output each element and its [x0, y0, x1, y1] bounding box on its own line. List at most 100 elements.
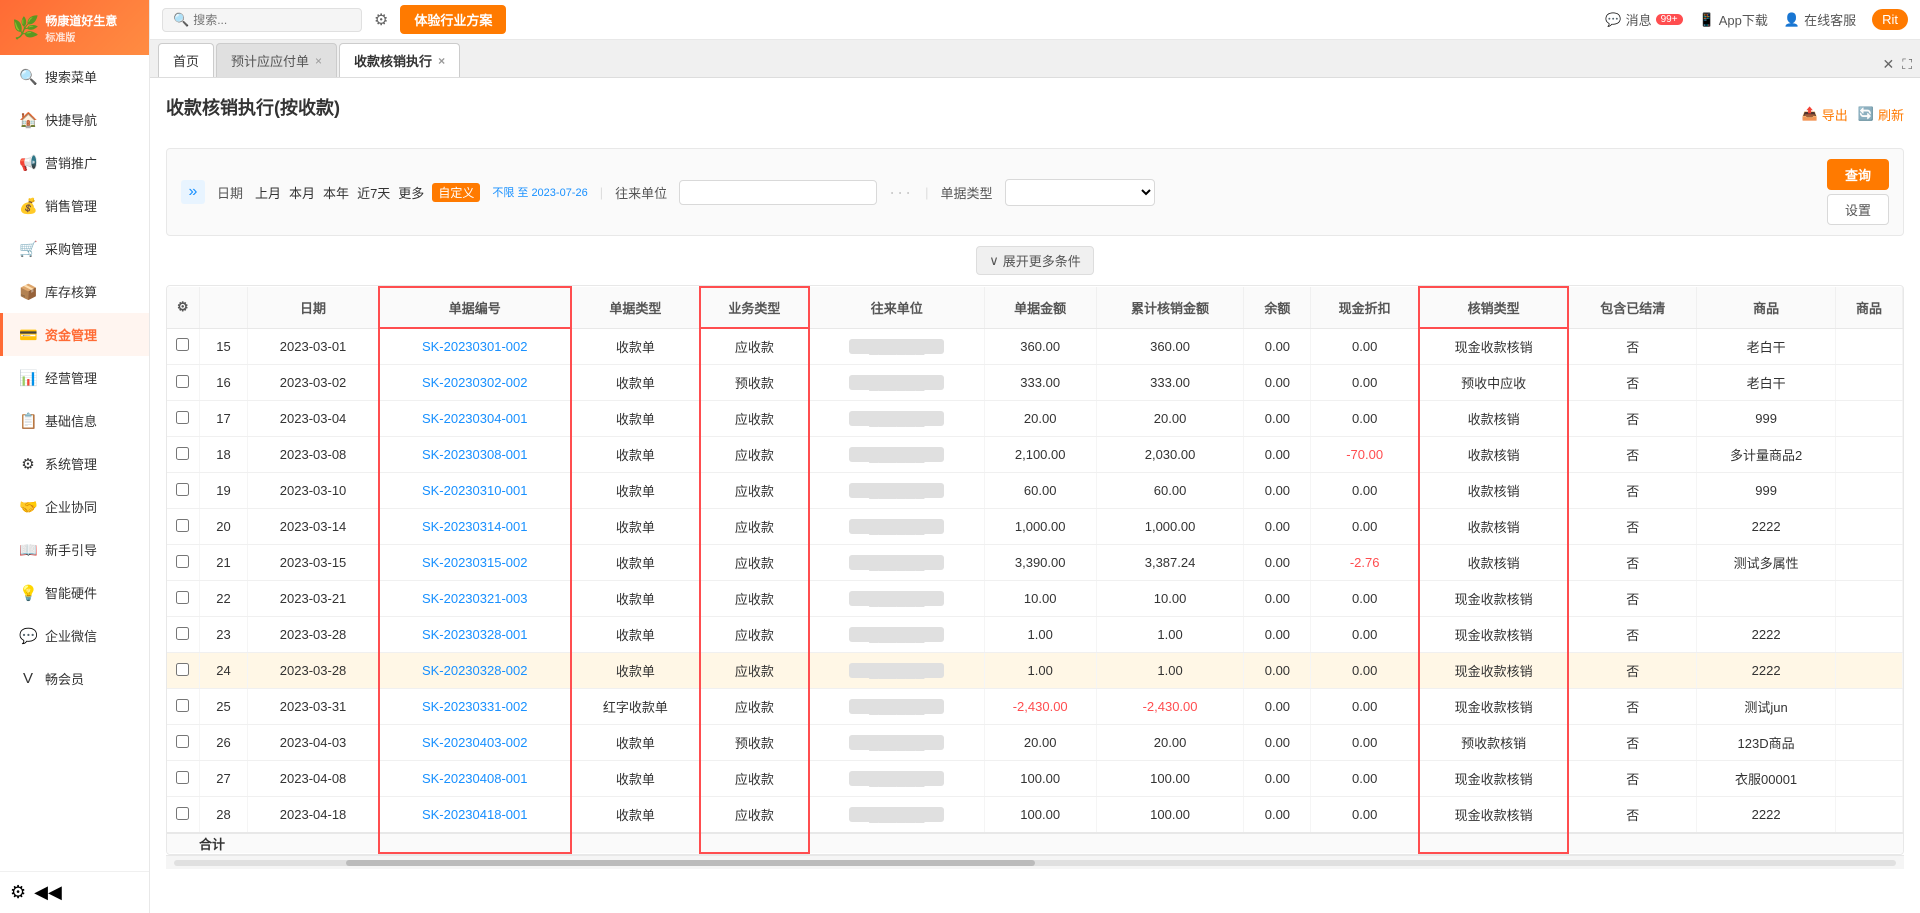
date-custom-btn[interactable]: 自定义: [432, 183, 480, 202]
topbar-search[interactable]: 🔍: [162, 8, 362, 32]
bill-no-link[interactable]: SK-20230321-003: [422, 591, 528, 606]
bill-type-select[interactable]: [1005, 179, 1155, 206]
sidebar-item-enterprise[interactable]: 🤝企业协同: [0, 485, 149, 528]
sidebar-item-purchase[interactable]: 🛒采购管理: [0, 227, 149, 270]
th-settings[interactable]: ⚙: [167, 287, 199, 328]
tab-expand-icon[interactable]: ⛶: [1902, 56, 1912, 73]
messages-item[interactable]: 💬 消息 99+: [1605, 10, 1682, 29]
sidebar-item-system[interactable]: ⚙系统管理: [0, 442, 149, 485]
bill-no-link[interactable]: SK-20230308-001: [422, 447, 528, 462]
filter-toggle-btn[interactable]: »: [181, 180, 205, 204]
tab-collection[interactable]: 收款核销执行 ×: [339, 43, 460, 77]
table-row[interactable]: 15 2023-03-01 SK-20230301-002 收款单 应收款 ██…: [167, 328, 1903, 365]
tab-home[interactable]: 首页: [158, 43, 214, 77]
row-checkbox[interactable]: [176, 807, 189, 820]
cell-settings[interactable]: [167, 545, 199, 581]
cell-settings[interactable]: [167, 653, 199, 689]
bill-no-link[interactable]: SK-20230331-002: [422, 699, 528, 714]
sidebar-item-guide[interactable]: 📖新手引导: [0, 528, 149, 571]
user-avatar[interactable]: Rit: [1872, 9, 1908, 30]
row-checkbox[interactable]: [176, 555, 189, 568]
cell-settings[interactable]: [167, 689, 199, 725]
cell-settings[interactable]: [167, 365, 199, 401]
table-row[interactable]: 24 2023-03-28 SK-20230328-002 收款单 应收款 ██…: [167, 653, 1903, 689]
online-service-item[interactable]: 👤 在线客服: [1784, 10, 1856, 29]
date-more[interactable]: 更多: [398, 183, 424, 202]
sidebar-item-sales[interactable]: 💰销售管理: [0, 184, 149, 227]
gear-icon[interactable]: ⚙: [374, 10, 388, 30]
collapse-icon[interactable]: ◀◀: [34, 882, 62, 903]
sidebar-item-member[interactable]: V畅会员: [0, 657, 149, 700]
date-7days[interactable]: 近7天: [357, 183, 390, 202]
bill-no-link[interactable]: SK-20230314-001: [422, 519, 528, 534]
row-checkbox[interactable]: [176, 338, 189, 351]
sidebar-item-wechat[interactable]: 💬企业微信: [0, 614, 149, 657]
cell-settings[interactable]: [167, 797, 199, 834]
bill-no-link[interactable]: SK-20230315-002: [422, 555, 528, 570]
cell-settings[interactable]: [167, 473, 199, 509]
row-checkbox[interactable]: [176, 663, 189, 676]
cell-settings[interactable]: [167, 437, 199, 473]
bill-no-link[interactable]: SK-20230328-001: [422, 627, 528, 642]
row-checkbox[interactable]: [176, 519, 189, 532]
sidebar-item-marketing[interactable]: 📢营销推广: [0, 141, 149, 184]
row-checkbox[interactable]: [176, 627, 189, 640]
search-input[interactable]: [193, 13, 343, 27]
bill-no-link[interactable]: SK-20230310-001: [422, 483, 528, 498]
date-cur-month[interactable]: 本月: [289, 183, 315, 202]
sidebar-item-finance[interactable]: 💳资金管理: [0, 313, 149, 356]
row-checkbox[interactable]: [176, 411, 189, 424]
sidebar-item-operations[interactable]: 📊经营管理: [0, 356, 149, 399]
date-prev-month[interactable]: 上月: [255, 183, 281, 202]
bill-no-link[interactable]: SK-20230403-002: [422, 735, 528, 750]
industry-btn[interactable]: 体验行业方案: [400, 5, 506, 34]
cell-settings[interactable]: [167, 617, 199, 653]
bill-no-link[interactable]: SK-20230301-002: [422, 339, 528, 354]
table-row[interactable]: 16 2023-03-02 SK-20230302-002 收款单 预收款 ██…: [167, 365, 1903, 401]
refresh-btn[interactable]: 🔄 刷新: [1858, 105, 1904, 124]
scrollbar-thumb[interactable]: [346, 860, 1035, 866]
setting-btn[interactable]: 设置: [1827, 194, 1889, 225]
counterpart-input[interactable]: [679, 180, 877, 205]
row-checkbox[interactable]: [176, 735, 189, 748]
scrollbar-area[interactable]: [166, 855, 1904, 869]
tab-close-all-icon[interactable]: ✕: [1882, 56, 1894, 73]
sidebar-item-quicknav[interactable]: 🏠快捷导航: [0, 98, 149, 141]
bill-no-link[interactable]: SK-20230418-001: [422, 807, 528, 822]
row-checkbox[interactable]: [176, 483, 189, 496]
tab-prepay[interactable]: 预计应应付单 ×: [216, 43, 337, 77]
table-row[interactable]: 25 2023-03-31 SK-20230331-002 红字收款单 应收款 …: [167, 689, 1903, 725]
table-row[interactable]: 26 2023-04-03 SK-20230403-002 收款单 预收款 ██…: [167, 725, 1903, 761]
bill-no-link[interactable]: SK-20230302-002: [422, 375, 528, 390]
sidebar-item-hardware[interactable]: 💡智能硬件: [0, 571, 149, 614]
bill-no-link[interactable]: SK-20230408-001: [422, 771, 528, 786]
row-checkbox[interactable]: [176, 591, 189, 604]
table-row[interactable]: 19 2023-03-10 SK-20230310-001 收款单 应收款 ██…: [167, 473, 1903, 509]
sidebar-item-basic[interactable]: 📋基础信息: [0, 399, 149, 442]
table-row[interactable]: 22 2023-03-21 SK-20230321-003 收款单 应收款 ██…: [167, 581, 1903, 617]
table-row[interactable]: 18 2023-03-08 SK-20230308-001 收款单 应收款 ██…: [167, 437, 1903, 473]
table-row[interactable]: 17 2023-03-04 SK-20230304-001 收款单 应收款 ██…: [167, 401, 1903, 437]
cell-settings[interactable]: [167, 725, 199, 761]
cell-settings[interactable]: [167, 509, 199, 545]
cell-settings[interactable]: [167, 328, 199, 365]
cell-settings[interactable]: [167, 761, 199, 797]
app-download-item[interactable]: 📱 App下载: [1699, 10, 1768, 29]
table-row[interactable]: 21 2023-03-15 SK-20230315-002 收款单 应收款 ██…: [167, 545, 1903, 581]
query-btn[interactable]: 查询: [1827, 159, 1889, 190]
expand-more-btn[interactable]: ∨ 展开更多条件: [976, 246, 1094, 275]
settings-icon[interactable]: ⚙: [10, 882, 26, 903]
row-checkbox[interactable]: [176, 375, 189, 388]
row-checkbox[interactable]: [176, 447, 189, 460]
sidebar-item-inventory[interactable]: 📦库存核算: [0, 270, 149, 313]
row-checkbox[interactable]: [176, 699, 189, 712]
bill-no-link[interactable]: SK-20230304-001: [422, 411, 528, 426]
cell-settings[interactable]: [167, 581, 199, 617]
bill-no-link[interactable]: SK-20230328-002: [422, 663, 528, 678]
tab-prepay-close[interactable]: ×: [315, 54, 322, 68]
date-cur-year[interactable]: 本年: [323, 183, 349, 202]
table-row[interactable]: 20 2023-03-14 SK-20230314-001 收款单 应收款 ██…: [167, 509, 1903, 545]
sidebar-item-search[interactable]: 🔍搜索菜单: [0, 55, 149, 98]
export-btn[interactable]: 📤 导出: [1802, 105, 1848, 124]
table-row[interactable]: 27 2023-04-08 SK-20230408-001 收款单 应收款 ██…: [167, 761, 1903, 797]
